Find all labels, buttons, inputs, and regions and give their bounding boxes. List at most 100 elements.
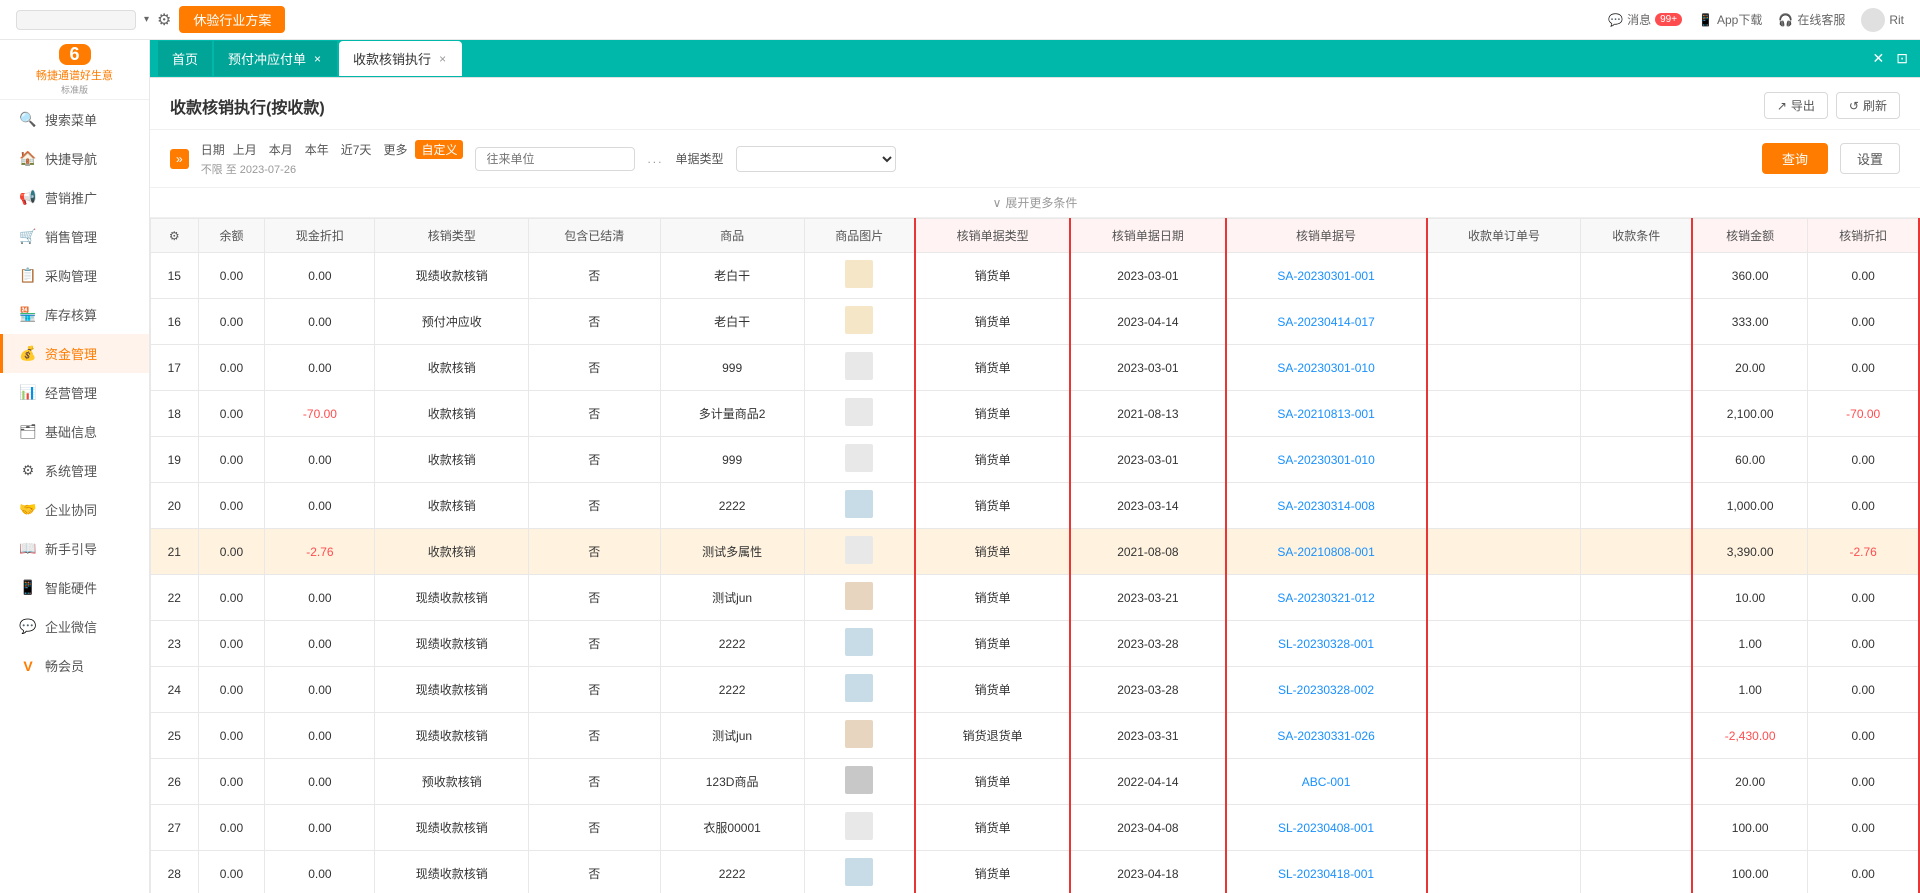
col-verify-type: 核销类型 [375, 219, 528, 253]
message-button[interactable]: 💬 消息 99+ [1608, 11, 1682, 28]
bill-no-link[interactable]: SA-20230301-010 [1277, 453, 1374, 467]
sidebar-item-enterprise[interactable]: 🤝 企业协同 [0, 490, 149, 529]
sidebar-item-guide[interactable]: 📖 新手引导 [0, 529, 149, 568]
cell-verify-amount: 60.00 [1692, 437, 1808, 483]
sidebar-item-system[interactable]: ⚙ 系统管理 [0, 451, 149, 490]
sidebar-item-operation[interactable]: 📊 经营管理 [0, 373, 149, 412]
tab-close-all-button[interactable]: ✕ [1869, 46, 1889, 71]
cell-verify-amount: 360.00 [1692, 253, 1808, 299]
bill-no-link[interactable]: SA-20210808-001 [1277, 545, 1374, 559]
last-7days-button[interactable]: 近7天 [337, 140, 376, 159]
sidebar-item-shortcut[interactable]: 🏠 快捷导航 [0, 139, 149, 178]
table-row: 24 0.00 0.00 现绩收款核销 否 2222 销货单 2023-03-2… [151, 667, 1920, 713]
cell-verify-bill-no[interactable]: SL-20230328-002 [1226, 667, 1427, 713]
sidebar-item-label: 系统管理 [45, 461, 97, 480]
tab-receipt[interactable]: 收款核销执行 × [339, 41, 462, 76]
user-menu[interactable]: Rit [1861, 8, 1904, 32]
cell-verify-bill-no[interactable]: SA-20230301-010 [1226, 345, 1427, 391]
sidebar-item-finance[interactable]: 💰 资金管理 [0, 334, 149, 373]
cell-verify-bill-no[interactable]: SA-20230301-001 [1226, 253, 1427, 299]
bill-no-link[interactable]: SA-20230321-012 [1277, 591, 1374, 605]
cell-verify-bill-date: 2021-08-08 [1070, 529, 1225, 575]
sidebar-item-purchase[interactable]: 📋 采购管理 [0, 256, 149, 295]
col-receipt-condition: 收款条件 [1581, 219, 1692, 253]
bill-no-link[interactable]: SL-20230328-001 [1278, 637, 1374, 651]
cell-verify-type: 预收款核销 [375, 759, 528, 805]
bill-no-link[interactable]: SL-20230418-001 [1278, 867, 1374, 881]
cell-verify-bill-no[interactable]: SA-20230301-010 [1226, 437, 1427, 483]
cell-cash-discount: 0.00 [265, 621, 375, 667]
sidebar-item-search[interactable]: 🔍 搜索菜单 [0, 100, 149, 139]
bill-no-link[interactable]: SA-20210813-001 [1277, 407, 1374, 421]
cell-verify-bill-no[interactable]: SA-20210808-001 [1226, 529, 1427, 575]
sidebar-item-inventory[interactable]: 🏪 库存核算 [0, 295, 149, 334]
setting-button[interactable]: 设置 [1840, 143, 1900, 174]
cell-verify-bill-no[interactable]: SA-20230314-008 [1226, 483, 1427, 529]
cell-verify-bill-no[interactable]: SA-20230321-012 [1226, 575, 1427, 621]
cell-verify-bill-no[interactable]: SL-20230328-001 [1226, 621, 1427, 667]
tab-receipt-close[interactable]: × [437, 52, 448, 66]
table-row: 28 0.00 0.00 现绩收款核销 否 2222 销货单 2023-04-1… [151, 851, 1920, 893]
sidebar-item-marketing[interactable]: 📢 营销推广 [0, 178, 149, 217]
export-button[interactable]: ↗ 导出 [1764, 92, 1828, 119]
bill-no-link[interactable]: SA-20230301-001 [1277, 269, 1374, 283]
app-download-button[interactable]: 📱 App下载 [1698, 11, 1762, 28]
cell-balance: 0.00 [198, 483, 265, 529]
bill-no-link[interactable]: SA-20230331-026 [1277, 729, 1374, 743]
last-month-button[interactable]: 上月 [229, 140, 261, 159]
tab-prepay-close[interactable]: × [312, 52, 323, 66]
expand-filter-button[interactable]: » [170, 149, 189, 169]
cell-balance: 0.00 [198, 621, 265, 667]
sidebar-item-wechat[interactable]: 💬 企业微信 [0, 607, 149, 646]
tab-home[interactable]: 首页 [158, 41, 212, 76]
search-input[interactable] [16, 10, 136, 30]
online-service-button[interactable]: 🎧 在线客服 [1778, 11, 1845, 28]
this-year-button[interactable]: 本年 [301, 140, 333, 159]
book-icon: 📖 [19, 540, 37, 558]
this-month-button[interactable]: 本月 [265, 140, 297, 159]
query-button[interactable]: 查询 [1762, 143, 1828, 174]
app-icon: 📱 [1698, 13, 1713, 27]
sidebar-item-sales[interactable]: 🛒 销售管理 [0, 217, 149, 256]
bill-no-link[interactable]: SA-20230301-010 [1277, 361, 1374, 375]
cell-verify-amount: 1,000.00 [1692, 483, 1808, 529]
megaphone-icon: 📢 [19, 189, 37, 207]
bill-no-link[interactable]: SL-20230328-002 [1278, 683, 1374, 697]
cell-verify-bill-no[interactable]: SL-20230408-001 [1226, 805, 1427, 851]
col-settings[interactable]: ⚙ [151, 219, 199, 253]
cell-product-img [804, 345, 915, 391]
cell-verify-bill-no[interactable]: SA-20230414-017 [1226, 299, 1427, 345]
cell-product-img [804, 483, 915, 529]
cell-product: 123D商品 [660, 759, 804, 805]
cell-verify-bill-no[interactable]: SL-20230418-001 [1226, 851, 1427, 893]
export-icon: ↗ [1777, 99, 1787, 113]
table-row: 22 0.00 0.00 现绩收款核销 否 测试jun 销货单 2023-03-… [151, 575, 1920, 621]
tab-prepay[interactable]: 预付冲应付单 × [214, 41, 337, 76]
custom-date-button[interactable]: 自定义 [415, 140, 463, 159]
refresh-button[interactable]: ↺ 刷新 [1836, 92, 1900, 119]
bill-no-link[interactable]: ABC-001 [1302, 775, 1351, 789]
cell-verify-bill-no[interactable]: ABC-001 [1226, 759, 1427, 805]
sidebar-nav: 🔍 搜索菜单 🏠 快捷导航 📢 营销推广 🛒 销售管理 📋 采购管理 🏪 [0, 100, 149, 893]
expand-more-button[interactable]: ∨ 展开更多条件 [993, 194, 1078, 211]
single-type-select[interactable] [736, 146, 896, 172]
tab-maximize-button[interactable]: ⊡ [1892, 46, 1912, 71]
cell-verify-bill-no[interactable]: SA-20210813-001 [1226, 391, 1427, 437]
industry-button[interactable]: 休验行业方案 [179, 6, 285, 33]
from-unit-input[interactable] [475, 147, 635, 171]
bill-no-link[interactable]: SA-20230414-017 [1277, 315, 1374, 329]
cell-verify-type: 现绩收款核销 [375, 253, 528, 299]
sidebar-item-hardware[interactable]: 📱 智能硬件 [0, 568, 149, 607]
cell-verify-bill-no[interactable]: SA-20230331-026 [1226, 713, 1427, 759]
home-icon: 🏠 [19, 150, 37, 168]
gear-button[interactable]: ⚙ [157, 10, 171, 30]
cell-product: 测试jun [660, 575, 804, 621]
sidebar-item-member[interactable]: V 畅会员 [0, 646, 149, 685]
sidebar-item-basic[interactable]: 🗂 基础信息 [0, 412, 149, 451]
cell-no: 17 [151, 345, 199, 391]
cell-verify-bill-type: 销货单 [915, 805, 1070, 851]
more-date-button[interactable]: 更多 [379, 140, 411, 159]
bill-no-link[interactable]: SA-20230314-008 [1277, 499, 1374, 513]
bill-no-link[interactable]: SL-20230408-001 [1278, 821, 1374, 835]
cell-no: 20 [151, 483, 199, 529]
